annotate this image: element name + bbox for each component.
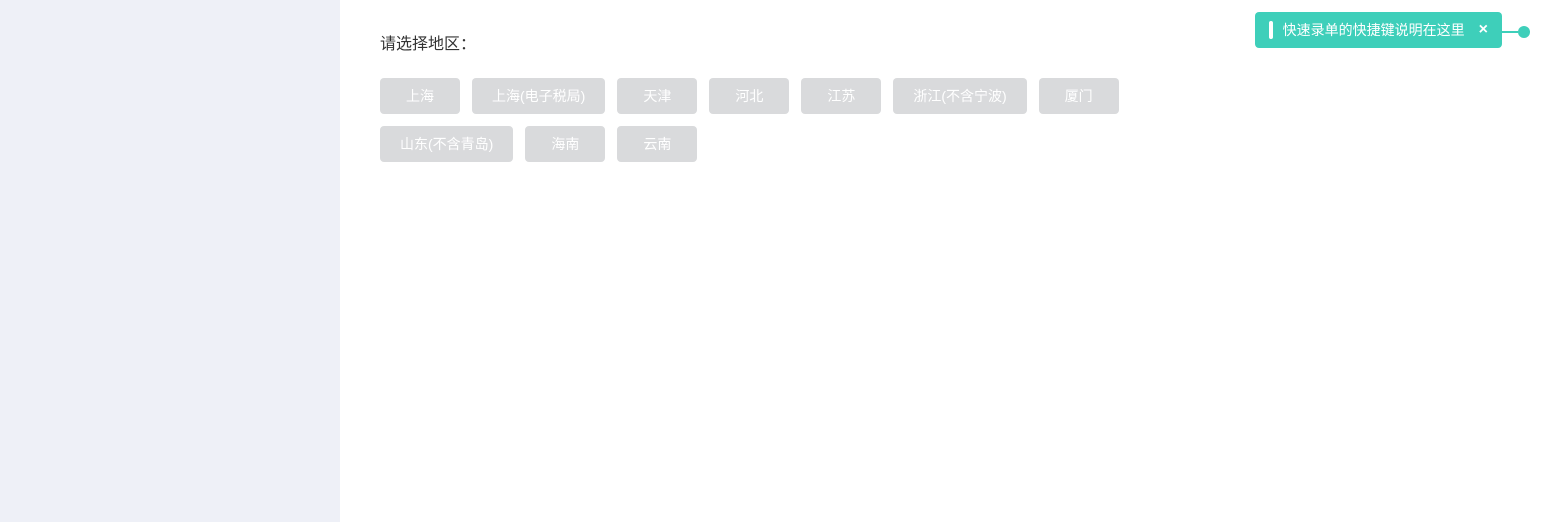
region-btn-hainan[interactable]: 海南 [525, 126, 605, 162]
region-btn-yunnan[interactable]: 云南 [617, 126, 697, 162]
region-btn-shanghai-etax[interactable]: 上海(电子税局) [472, 78, 605, 114]
tooltip-connector-dot [1518, 26, 1530, 38]
tooltip-bar-line [1269, 21, 1273, 39]
tooltip-bar: 快速录单的快捷键说明在这里 × [1255, 12, 1502, 48]
region-btn-tianjin[interactable]: 天津 [617, 78, 697, 114]
sidebar [0, 0, 340, 522]
region-btn-shandong[interactable]: 山东(不含青岛) [380, 126, 513, 162]
main-content: 请选择地区： 上海上海(电子税局)天津河北江苏浙江(不含宁波)厦门 山东(不含青… [340, 0, 1562, 522]
region-btn-hebei[interactable]: 河北 [709, 78, 789, 114]
region-row-2: 山东(不含青岛) 海南云南 [380, 126, 1522, 162]
region-btn-shanghai[interactable]: 上海 [380, 78, 460, 114]
region-btn-zhejiang[interactable]: 浙江(不含宁波) [893, 78, 1026, 114]
tooltip-text: 快速录单的快捷键说明在这里 [1283, 20, 1465, 40]
region-btn-xiamen[interactable]: 厦门 [1039, 78, 1119, 114]
region-row-1: 上海上海(电子税局) 天津河北江苏浙江(不含宁波) 厦门 [380, 78, 1522, 114]
region-btn-jiangsu[interactable]: 江苏 [801, 78, 881, 114]
tooltip-close-button[interactable]: × [1479, 22, 1488, 38]
